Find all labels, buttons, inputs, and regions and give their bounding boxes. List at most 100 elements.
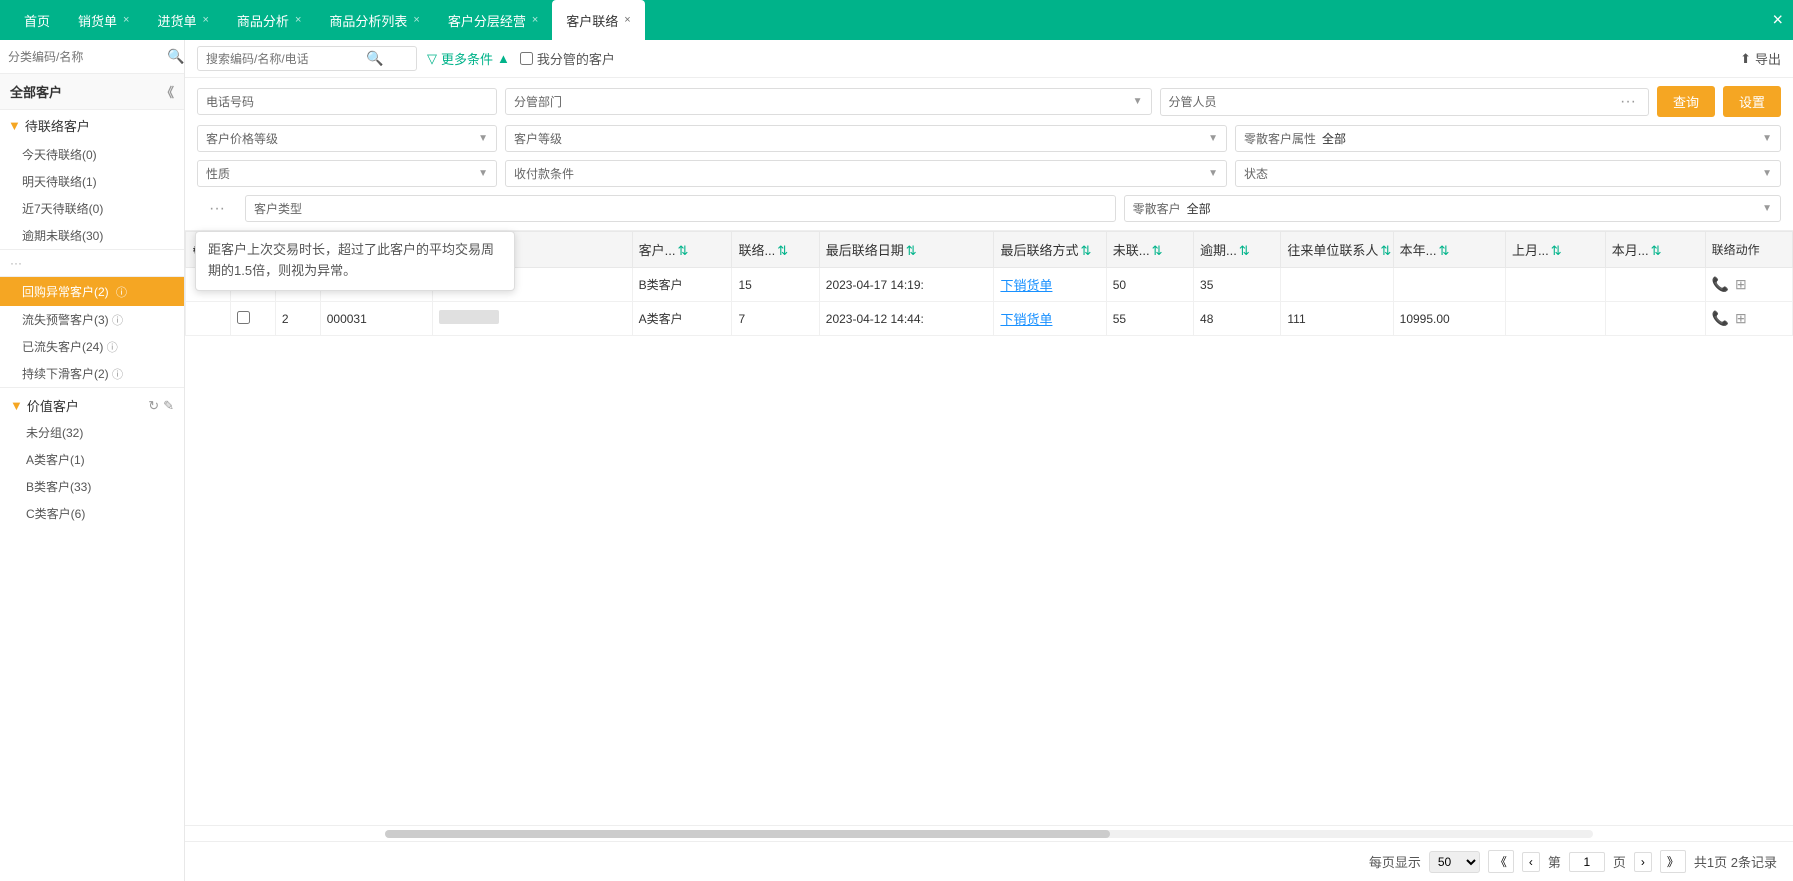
export-button[interactable]: ⬆ 导出 (1740, 49, 1781, 68)
scrollbar-thumb[interactable] (385, 830, 1110, 838)
col-company[interactable]: 往来单位联系人⇅ (1281, 232, 1393, 268)
payment-dropdown-icon: ▼ (1208, 168, 1218, 179)
collapse-icon[interactable]: 《 (161, 82, 174, 101)
more-conditions-btn[interactable]: ▽ 更多条件 ▲ (427, 49, 510, 68)
last-method-link-2[interactable]: 下销货单 (1000, 312, 1052, 327)
sidebar-item-overdue[interactable]: 逾期未联络(30) (0, 222, 184, 249)
table-container[interactable]: ⚙ 客户编码⇅ 客户名称⇅ 客户...⇅ (185, 231, 1793, 825)
col-overdue[interactable]: 逾期...⇅ (1194, 232, 1281, 268)
first-page-btn[interactable]: 《 (1488, 850, 1514, 873)
sidebar-item-7days[interactable]: 近7天待联络(0) (0, 195, 184, 222)
close-goods-analysis-tab[interactable]: × (295, 14, 301, 26)
nav-purchase[interactable]: 进货单 × (143, 0, 222, 40)
retail-customer-field[interactable]: 零散客户 全部 ▼ (1124, 195, 1781, 222)
col-grade[interactable]: 客户...⇅ (632, 232, 732, 268)
sidebar-item-a-class[interactable]: A类客户(1) (10, 446, 174, 473)
col-last-method[interactable]: 最后联络方式⇅ (994, 232, 1106, 268)
last-method-link-1[interactable]: 下销货单 (1000, 278, 1052, 293)
action-icons-1: 📞 ⊞ (1712, 276, 1786, 293)
cell-action-2: 📞 ⊞ (1705, 302, 1792, 336)
close-purchase-tab[interactable]: × (202, 14, 208, 26)
sidebar-item-c-class[interactable]: C类客户(6) (10, 500, 174, 527)
more-items-dots[interactable]: ··· (0, 249, 184, 277)
sidebar-search-icon[interactable]: 🔍 (167, 48, 184, 65)
horizontal-scrollbar[interactable] (185, 825, 1793, 841)
retail-customer-dropdown-icon: ▼ (1762, 203, 1772, 214)
sidebar-item-tomorrow[interactable]: 明天待联络(1) (0, 168, 184, 195)
prev-page-btn[interactable]: ‹ (1522, 852, 1540, 872)
close-customer-contact-tab[interactable]: × (624, 14, 630, 26)
grid-icon-2[interactable]: ⊞ (1735, 310, 1747, 327)
gender-field[interactable]: 性质 ▼ (197, 160, 497, 187)
window-close-button[interactable]: × (1772, 10, 1783, 31)
settings-button[interactable]: 设置 (1723, 86, 1781, 117)
nav-customer-tier[interactable]: 客户分层经营 × (434, 0, 552, 40)
retail-attr-field[interactable]: 零散客户属性 全部 ▼ (1235, 125, 1781, 152)
col-last-date[interactable]: 最后联络日期⇅ (819, 232, 994, 268)
cell-year-1 (1393, 268, 1505, 302)
price-grade-dropdown-icon: ▼ (478, 133, 488, 144)
last-page-btn[interactable]: 》 (1660, 850, 1686, 873)
phone-field[interactable]: 电话号码 (197, 88, 497, 115)
sidebar-tree: ▼ 待联络客户 今天待联络(0) 明天待联络(1) 近7天待联络(0) 逾期未联… (0, 110, 184, 881)
nav-goods-analysis[interactable]: 商品分析 × (223, 0, 315, 40)
scrollbar-track[interactable] (385, 830, 1593, 838)
grid-icon-1[interactable]: ⊞ (1735, 276, 1747, 293)
sidebar-item-declining[interactable]: 持续下滑客户(2) ⓘ (0, 360, 184, 387)
cell-grade-1: B类客户 (632, 268, 732, 302)
value-customers-group[interactable]: ▼ 价值客户 (10, 396, 79, 415)
sidebar-header-icons: 《 (161, 82, 174, 101)
col-this-month[interactable]: 本月...⇅ (1605, 232, 1705, 268)
nav-home[interactable]: 首页 (10, 0, 64, 40)
sidebar-item-lost[interactable]: 已流失客户(24) ⓘ (0, 333, 184, 360)
filter-bar: 🔍 ▽ 更多条件 ▲ 我分管的客户 ⬆ 导出 (185, 40, 1793, 78)
cell-company-1 (1281, 268, 1393, 302)
person-field[interactable]: 分管人员 ··· (1160, 88, 1649, 116)
col-last-month[interactable]: 上月...⇅ (1505, 232, 1605, 268)
cell-overdue-2: 48 (1194, 302, 1281, 336)
nav-customer-contact[interactable]: 客户联络 × (552, 0, 644, 40)
sort-grade-icon: ⇅ (677, 243, 688, 258)
call-icon-2[interactable]: 📞 (1712, 310, 1729, 327)
per-page-select[interactable]: 50 20 100 (1429, 851, 1480, 873)
my-customers-check[interactable] (520, 52, 533, 65)
edit-icon[interactable]: ✎ (163, 398, 174, 414)
next-page-btn[interactable]: › (1634, 852, 1652, 872)
customer-type-field[interactable]: 客户类型 (245, 195, 1116, 222)
row4-dots[interactable]: ··· (205, 200, 229, 218)
category-search-input[interactable] (8, 50, 163, 64)
refresh-icon[interactable]: ↻ (148, 398, 159, 414)
value-edit-icons: ↻ ✎ (148, 398, 174, 414)
sidebar-item-loss-warning[interactable]: 流失预警客户(3) ⓘ (0, 306, 184, 333)
sidebar-item-repurchase-abnormal[interactable]: 回购异常客户(2) ⓘ (0, 277, 184, 306)
my-customers-checkbox[interactable]: 我分管的客户 (520, 49, 615, 68)
close-goods-list-tab[interactable]: × (413, 14, 419, 26)
dept-field[interactable]: 分管部门 ▼ (505, 88, 1152, 115)
col-contacts[interactable]: 联络...⇅ (732, 232, 819, 268)
main-search-input[interactable] (206, 52, 366, 66)
cell-last-method-1[interactable]: 下销货单 (994, 268, 1106, 302)
sidebar-item-ungroup[interactable]: 未分组(32) (10, 419, 174, 446)
close-sales-tab[interactable]: × (123, 14, 129, 26)
nav-sales[interactable]: 销货单 × (64, 0, 143, 40)
page-number-input[interactable] (1569, 852, 1605, 872)
nav-goods-list[interactable]: 商品分析列表 × (315, 0, 433, 40)
status-field[interactable]: 状态 ▼ (1235, 160, 1781, 187)
pending-contact-group[interactable]: ▼ 待联络客户 (0, 110, 184, 141)
col-year[interactable]: 本年...⇅ (1393, 232, 1505, 268)
cell-checkbox-2[interactable] (230, 302, 275, 336)
query-button[interactable]: 查询 (1657, 86, 1715, 117)
row2-checkbox[interactable] (237, 311, 250, 324)
person-dots[interactable]: ··· (1616, 93, 1640, 111)
table-footer: 每页显示 50 20 100 《 ‹ 第 页 › 》 共1页 2条记录 (185, 841, 1793, 881)
cell-last-method-2[interactable]: 下销货单 (994, 302, 1106, 336)
sidebar-item-today[interactable]: 今天待联络(0) (0, 141, 184, 168)
col-no-contact[interactable]: 未联...⇅ (1106, 232, 1193, 268)
payment-field[interactable]: 收付款条件 ▼ (505, 160, 1227, 187)
close-customer-tier-tab[interactable]: × (532, 14, 538, 26)
customer-grade-field[interactable]: 客户等级 ▼ (505, 125, 1227, 152)
sidebar-item-b-class[interactable]: B类客户(33) (10, 473, 174, 500)
price-grade-field[interactable]: 客户价格等级 ▼ (197, 125, 497, 152)
call-icon-1[interactable]: 📞 (1712, 276, 1729, 293)
main-search-icon[interactable]: 🔍 (366, 50, 383, 67)
